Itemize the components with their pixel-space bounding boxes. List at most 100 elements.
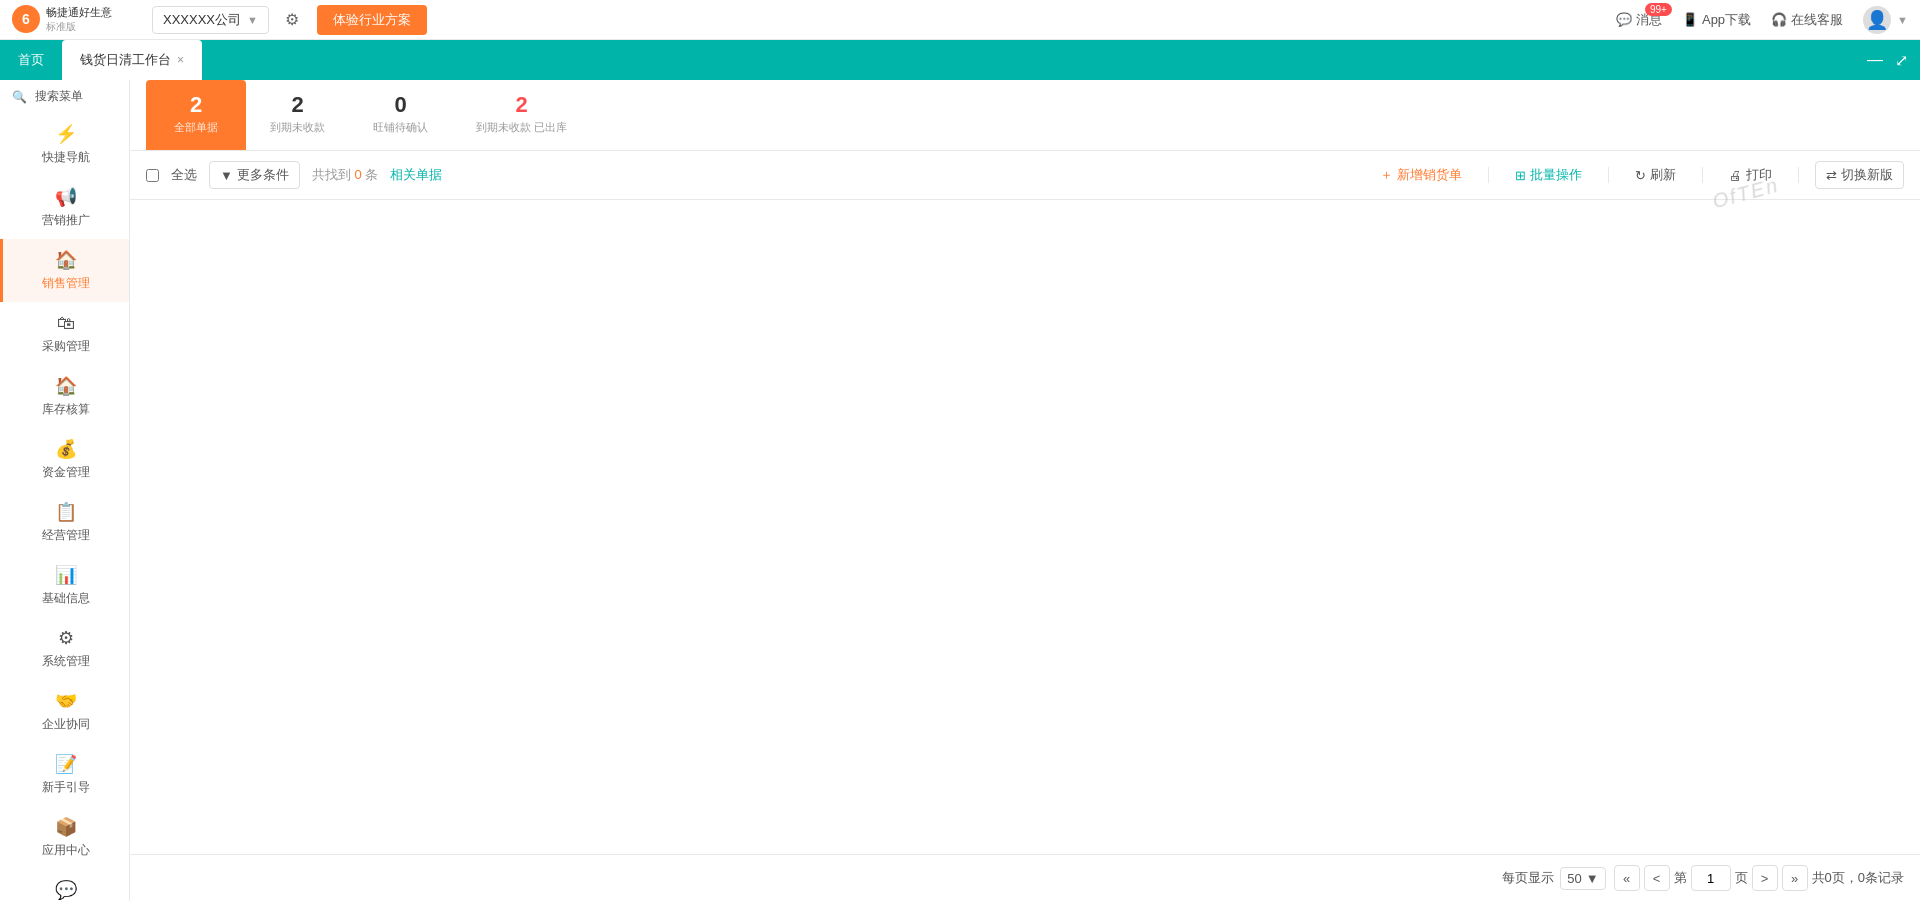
cooperation-icon: 🤝 (55, 690, 77, 712)
divider-3 (1702, 167, 1703, 183)
refresh-label: 刷新 (1650, 166, 1676, 184)
sidebar-label-cooperation: 企业协同 (42, 716, 90, 733)
toolbar-left: 全选 ▼ 更多条件 共找到 0 条 相关单据 (146, 161, 1358, 189)
stat-tab-outofstock[interactable]: 2 到期未收款 已出库 (452, 80, 591, 150)
select-all-checkbox[interactable] (146, 169, 159, 182)
sidebar-item-basic-info[interactable]: 📊 基础信息 (0, 554, 129, 617)
found-text: 共找到 0 条 (312, 166, 378, 184)
last-page-button[interactable]: » (1782, 865, 1808, 891)
search-menu-item[interactable]: 🔍 搜索菜单 (0, 80, 129, 113)
sidebar-item-finance[interactable]: 💰 资金管理 (0, 428, 129, 491)
top-bar: 6 畅捷通好生意 标准版 XXXXXX公司 ▼ ⚙ 体验行业方案 💬 消息 99… (0, 0, 1920, 40)
sidebar-item-purchase[interactable]: 🛍 采购管理 (0, 302, 129, 365)
select-all-label: 全选 (171, 166, 197, 184)
page-label: 第 (1674, 869, 1687, 887)
app-download-label: App下载 (1702, 11, 1751, 29)
page-input[interactable] (1691, 865, 1731, 891)
sidebar-label-sales: 销售管理 (42, 275, 90, 292)
marketing-icon: 📢 (55, 186, 77, 208)
purchase-icon: 🛍 (55, 312, 77, 334)
sidebar-item-operations[interactable]: 📋 经营管理 (0, 491, 129, 554)
stat-tab-all[interactable]: 2 全部单据 (146, 80, 246, 150)
settings-button[interactable]: ⚙ (277, 5, 307, 35)
more-filters-button[interactable]: ▼ 更多条件 (209, 161, 300, 189)
prev-page-button[interactable]: < (1644, 865, 1670, 891)
search-icon: 🔍 (12, 90, 27, 104)
tab-bar-right: — ⤢ (1867, 51, 1920, 70)
divider-4 (1798, 167, 1799, 183)
maximize-icon[interactable]: ⤢ (1895, 51, 1908, 70)
minimize-icon[interactable]: — (1867, 51, 1883, 69)
tab-cashflow[interactable]: 钱货日清工作台 × (62, 40, 202, 80)
sidebar-item-quick-nav[interactable]: ⚡ 快捷导航 (0, 113, 129, 176)
logo-title: 畅捷通好生意 (46, 5, 112, 19)
sidebar-item-guide[interactable]: 📝 新手引导 (0, 743, 129, 806)
search-menu-label: 搜索菜单 (35, 88, 83, 105)
logo-area: 6 畅捷通好生意 标准版 (12, 5, 142, 33)
divider-1 (1488, 167, 1489, 183)
page-total: 共0页，0条记录 (1812, 869, 1904, 887)
sidebar-item-system[interactable]: ⚙ 系统管理 (0, 617, 129, 680)
sidebar-label-basic-info: 基础信息 (42, 590, 90, 607)
guide-icon: 📝 (55, 753, 77, 775)
app-center-icon: 📦 (55, 816, 77, 838)
service-icon: 🎧 (1771, 12, 1787, 27)
add-sales-label: 新增销货单 (1397, 166, 1462, 184)
download-icon: 📱 (1682, 12, 1698, 27)
sidebar: 🔍 搜索菜单 ⚡ 快捷导航 📢 营销推广 🏠 销售管理 🛍 采购管理 🏠 库存核… (0, 80, 130, 901)
stat-tab-pending[interactable]: 0 旺铺待确认 (349, 80, 452, 150)
sidebar-item-marketing[interactable]: 📢 营销推广 (0, 176, 129, 239)
print-icon: 🖨 (1729, 168, 1742, 183)
more-filters-label: 更多条件 (237, 166, 289, 184)
basic-info-icon: 📊 (55, 564, 77, 586)
sidebar-label-system: 系统管理 (42, 653, 90, 670)
company-selector[interactable]: XXXXXX公司 ▼ (152, 6, 269, 34)
app-download-button[interactable]: 📱 App下载 (1682, 11, 1751, 29)
sidebar-item-wechat[interactable]: 💬 企业微信 (0, 869, 129, 901)
sidebar-item-inventory[interactable]: 🏠 库存核算 (0, 365, 129, 428)
refresh-button[interactable]: ↻ 刷新 (1625, 162, 1686, 188)
inventory-icon: 🏠 (55, 375, 77, 397)
trial-button[interactable]: 体验行业方案 (317, 5, 427, 35)
logo-icon: 6 (12, 5, 40, 33)
toolbar-right: ＋ 新增销货单 ⊞ 批量操作 ↻ 刷新 🖨 打印 (1370, 161, 1904, 189)
switch-new-button[interactable]: ⇄ 切换新版 (1815, 161, 1904, 189)
batch-icon: ⊞ (1515, 168, 1526, 183)
per-page-label: 每页显示 (1502, 869, 1554, 887)
sidebar-label-guide: 新手引导 (42, 779, 90, 796)
stat-overdue-number: 2 (291, 92, 303, 118)
switch-icon: ⇄ (1826, 168, 1837, 183)
main-layout: 🔍 搜索菜单 ⚡ 快捷导航 📢 营销推广 🏠 销售管理 🛍 采购管理 🏠 库存核… (0, 80, 1920, 901)
messages-badge: 99+ (1645, 3, 1672, 16)
messages-button[interactable]: 💬 消息 99+ (1616, 11, 1662, 29)
tab-close-icon[interactable]: × (177, 53, 184, 67)
print-button[interactable]: 🖨 打印 (1719, 162, 1782, 188)
sidebar-label-finance: 资金管理 (42, 464, 90, 481)
user-area[interactable]: 👤 ▼ (1863, 6, 1908, 34)
finance-icon: 💰 (55, 438, 77, 460)
stat-outofstock-number: 2 (515, 92, 527, 118)
sidebar-item-cooperation[interactable]: 🤝 企业协同 (0, 680, 129, 743)
stat-pending-number: 0 (394, 92, 406, 118)
add-sales-button[interactable]: ＋ 新增销货单 (1370, 162, 1472, 188)
sidebar-item-sales[interactable]: 🏠 销售管理 (0, 239, 129, 302)
sidebar-label-purchase: 采购管理 (42, 338, 90, 355)
tab-home[interactable]: 首页 (0, 40, 62, 80)
related-orders-link[interactable]: 相关单据 (390, 166, 442, 184)
batch-ops-button[interactable]: ⊞ 批量操作 (1505, 162, 1592, 188)
next-page-button[interactable]: > (1752, 865, 1778, 891)
sidebar-item-app-center[interactable]: 📦 应用中心 (0, 806, 129, 869)
online-service-button[interactable]: 🎧 在线客服 (1771, 11, 1843, 29)
wechat-icon: 💬 (55, 879, 77, 901)
online-service-label: 在线客服 (1791, 11, 1843, 29)
per-page-dropdown[interactable]: 50 ▼ (1560, 867, 1605, 890)
avatar: 👤 (1863, 6, 1891, 34)
first-page-button[interactable]: « (1614, 865, 1640, 891)
stat-all-number: 2 (190, 92, 202, 118)
filter-icon: ▼ (220, 168, 233, 183)
stat-tab-overdue[interactable]: 2 到期未收款 (246, 80, 349, 150)
pagination-nav: « < 第 页 > » 共0页，0条记录 (1614, 865, 1904, 891)
page-suffix: 页 (1735, 869, 1748, 887)
stat-pending-label: 旺铺待确认 (373, 120, 428, 135)
per-page-selector: 每页显示 50 ▼ (1502, 867, 1605, 890)
